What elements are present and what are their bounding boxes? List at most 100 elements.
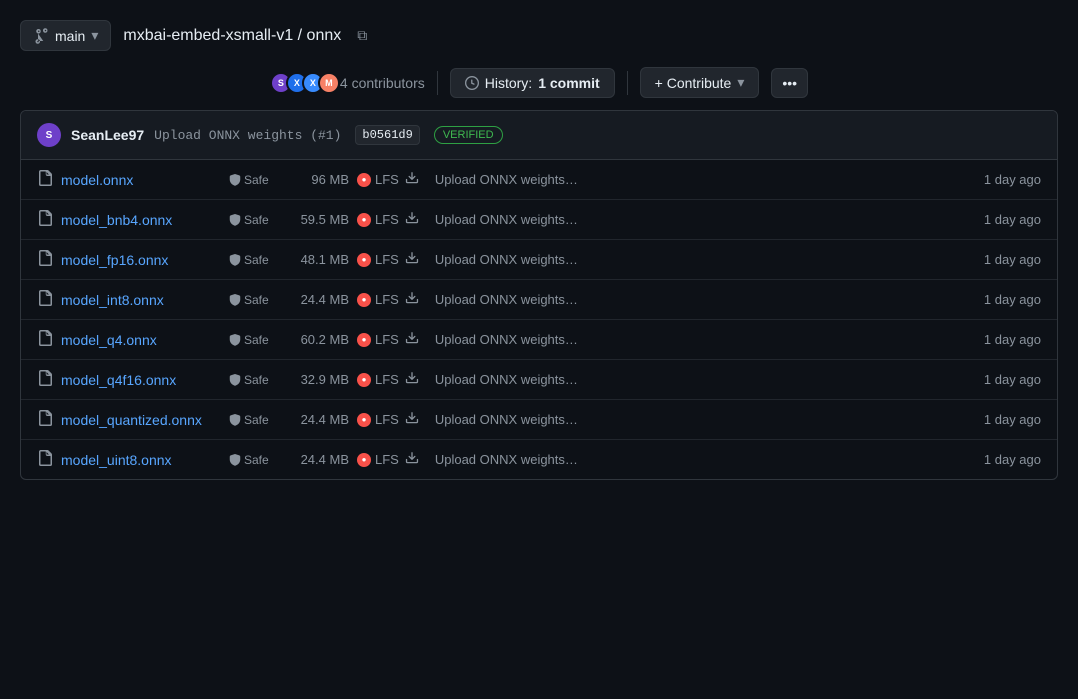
- lfs-label: LFS: [375, 212, 399, 227]
- lfs-dot-icon: ●: [357, 213, 371, 227]
- lfs-badge: ● LFS: [357, 172, 399, 187]
- lfs-label: LFS: [375, 372, 399, 387]
- safe-badge: Safe: [229, 253, 279, 267]
- chevron-down-icon: ▾: [91, 27, 98, 44]
- file-icon: [37, 330, 53, 349]
- file-time: 1 day ago: [961, 412, 1041, 427]
- file-name[interactable]: model.onnx: [61, 172, 221, 188]
- file-table: S SeanLee97 Upload ONNX weights (#1) b05…: [20, 110, 1058, 480]
- lfs-dot-icon: ●: [357, 173, 371, 187]
- file-name[interactable]: model_q4f16.onnx: [61, 372, 221, 388]
- table-row: model.onnx Safe 96 MB ● LFS Upload ONNX …: [21, 160, 1057, 200]
- file-time: 1 day ago: [961, 372, 1041, 387]
- lfs-dot-icon: ●: [357, 333, 371, 347]
- file-commit-message: Upload ONNX weights…: [435, 452, 945, 467]
- commit-author-name[interactable]: SeanLee97: [71, 127, 144, 143]
- safe-badge: Safe: [229, 293, 279, 307]
- top-bar: main ▾ mxbai-embed-xsmall-v1 / onnx ⧉: [20, 20, 1058, 51]
- file-icon: [37, 170, 53, 189]
- lfs-dot-icon: ●: [357, 293, 371, 307]
- lfs-label: LFS: [375, 292, 399, 307]
- file-icon: [37, 290, 53, 309]
- file-name[interactable]: model_quantized.onnx: [61, 412, 221, 428]
- avatar: M: [318, 72, 340, 94]
- breadcrumb: mxbai-embed-xsmall-v1 / onnx: [123, 27, 341, 45]
- lfs-dot-icon: ●: [357, 253, 371, 267]
- file-name[interactable]: model_bnb4.onnx: [61, 212, 221, 228]
- branch-name: main: [55, 28, 85, 44]
- meta-bar: S X X M 4 contributors History: 1 commit…: [20, 67, 1058, 98]
- shield-icon: [229, 414, 241, 426]
- lfs-label: LFS: [375, 172, 399, 187]
- commit-author-avatar: S: [37, 123, 61, 147]
- file-commit-message: Upload ONNX weights…: [435, 252, 945, 267]
- file-icon: [37, 370, 53, 389]
- contribute-button[interactable]: + Contribute ▾: [640, 67, 760, 98]
- contribute-chevron-icon: ▾: [737, 74, 744, 91]
- safe-badge: Safe: [229, 453, 279, 467]
- download-icon[interactable]: [405, 451, 419, 468]
- contributor-avatars: S X X M: [270, 72, 334, 94]
- safe-badge: Safe: [229, 333, 279, 347]
- table-row: model_q4.onnx Safe 60.2 MB ● LFS Upload …: [21, 320, 1057, 360]
- download-icon[interactable]: [405, 211, 419, 228]
- file-time: 1 day ago: [961, 252, 1041, 267]
- file-size: 60.2 MB: [279, 332, 349, 347]
- file-time: 1 day ago: [961, 332, 1041, 347]
- lfs-label: LFS: [375, 252, 399, 267]
- table-row: model_bnb4.onnx Safe 59.5 MB ● LFS Uploa…: [21, 200, 1057, 240]
- git-branch-icon: [33, 28, 49, 44]
- file-rows-container: model.onnx Safe 96 MB ● LFS Upload ONNX …: [21, 160, 1057, 479]
- commit-count: 1 commit: [538, 75, 599, 91]
- shield-icon: [229, 454, 241, 466]
- commit-sha[interactable]: b0561d9: [355, 125, 419, 145]
- history-button[interactable]: History: 1 commit: [450, 68, 615, 98]
- file-time: 1 day ago: [961, 452, 1041, 467]
- safe-badge: Safe: [229, 213, 279, 227]
- download-icon[interactable]: [405, 251, 419, 268]
- table-row: model_uint8.onnx Safe 24.4 MB ● LFS Uplo…: [21, 440, 1057, 479]
- file-commit-message: Upload ONNX weights…: [435, 372, 945, 387]
- file-name[interactable]: model_q4.onnx: [61, 332, 221, 348]
- file-icon: [37, 450, 53, 469]
- download-icon[interactable]: [405, 331, 419, 348]
- file-name[interactable]: model_int8.onnx: [61, 292, 221, 308]
- download-icon[interactable]: [405, 371, 419, 388]
- file-icon: [37, 410, 53, 429]
- lfs-badge: ● LFS: [357, 252, 399, 267]
- lfs-badge: ● LFS: [357, 332, 399, 347]
- lfs-label: LFS: [375, 412, 399, 427]
- file-commit-message: Upload ONNX weights…: [435, 412, 945, 427]
- file-commit-message: Upload ONNX weights…: [435, 292, 945, 307]
- shield-icon: [229, 294, 241, 306]
- lfs-label: LFS: [375, 332, 399, 347]
- vertical-divider: [437, 71, 438, 95]
- shield-icon: [229, 374, 241, 386]
- shield-icon: [229, 334, 241, 346]
- download-icon[interactable]: [405, 171, 419, 188]
- file-commit-message: Upload ONNX weights…: [435, 172, 945, 187]
- shield-icon: [229, 214, 241, 226]
- file-name[interactable]: model_uint8.onnx: [61, 452, 221, 468]
- file-size: 48.1 MB: [279, 252, 349, 267]
- download-icon[interactable]: [405, 291, 419, 308]
- clock-icon: [465, 76, 479, 90]
- lfs-dot-icon: ●: [357, 453, 371, 467]
- file-time: 1 day ago: [961, 172, 1041, 187]
- file-name[interactable]: model_fp16.onnx: [61, 252, 221, 268]
- branch-selector[interactable]: main ▾: [20, 20, 111, 51]
- file-size: 96 MB: [279, 172, 349, 187]
- file-commit-message: Upload ONNX weights…: [435, 332, 945, 347]
- commit-message-text: Upload ONNX weights (#1): [154, 128, 341, 143]
- copy-path-icon[interactable]: ⧉: [357, 27, 367, 44]
- file-size: 24.4 MB: [279, 292, 349, 307]
- safe-badge: Safe: [229, 373, 279, 387]
- contributors-group[interactable]: S X X M 4 contributors: [270, 72, 425, 94]
- table-row: model_fp16.onnx Safe 48.1 MB ● LFS Uploa…: [21, 240, 1057, 280]
- lfs-dot-icon: ●: [357, 413, 371, 427]
- download-icon[interactable]: [405, 411, 419, 428]
- safe-badge: Safe: [229, 173, 279, 187]
- file-commit-message: Upload ONNX weights…: [435, 212, 945, 227]
- more-options-button[interactable]: •••: [771, 68, 808, 98]
- safe-badge: Safe: [229, 413, 279, 427]
